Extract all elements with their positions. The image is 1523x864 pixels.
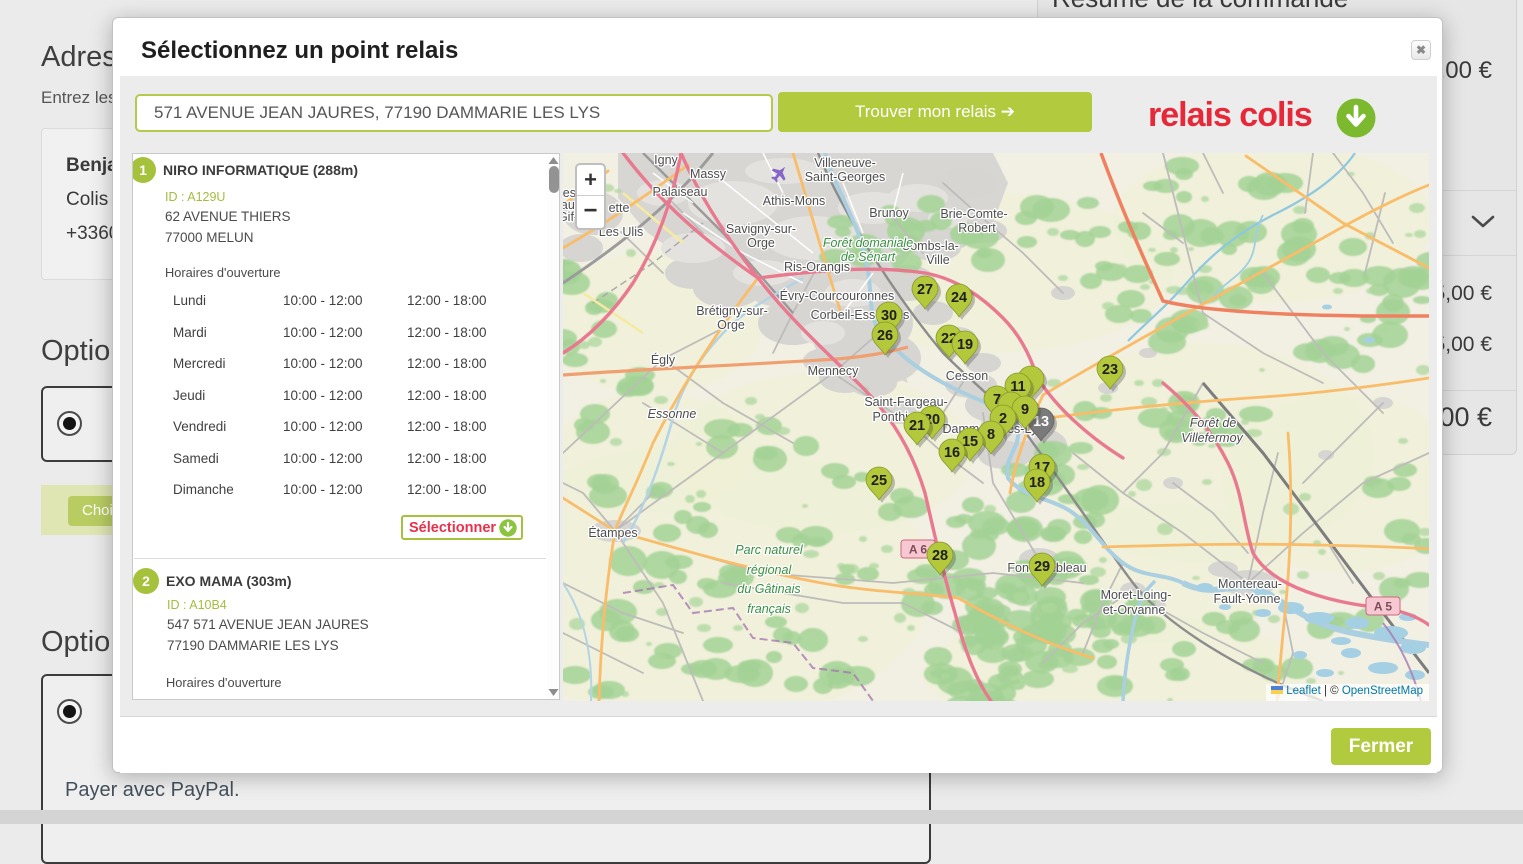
svg-text:Saint-Georges: Saint-Georges [805,170,886,184]
svg-text:Savigny-sur-: Savigny-sur- [726,222,796,236]
svg-text:Évry-Courcouronnes: Évry-Courcouronnes [780,288,895,303]
svg-text:du Gâtinais: du Gâtinais [737,582,800,596]
svg-text:8: 8 [987,427,995,443]
svg-text:français: français [747,602,791,616]
svg-text:Forêt de: Forêt de [1190,416,1237,430]
svg-text:28: 28 [932,548,948,564]
svg-text:16: 16 [944,445,960,461]
svg-text:régional: régional [747,563,793,577]
svg-text:et-Orvanne: et-Orvanne [1103,603,1166,617]
svg-text:27: 27 [917,282,933,298]
svg-text:Montereau-: Montereau- [1218,577,1282,591]
svg-text:Villefermoy: Villefermoy [1181,431,1243,445]
svg-text:Parc naturel: Parc naturel [735,543,804,557]
svg-text:18: 18 [1029,475,1045,491]
svg-text:A 6: A 6 [909,543,928,557]
svg-text:Égly: Égly [651,352,676,367]
svg-text:Robert: Robert [958,221,996,235]
svg-text:19: 19 [957,337,973,353]
svg-text:Villeneuve-: Villeneuve- [814,156,876,170]
svg-text:Étampes: Étampes [588,525,637,540]
svg-text:Mennecy: Mennecy [808,364,859,378]
svg-text:Moret-Loing-: Moret-Loing- [1101,588,1172,602]
svg-text:Orge: Orge [747,236,775,250]
svg-text:Fault-Yonne: Fault-Yonne [1214,592,1281,606]
svg-text:de Sénart: de Sénart [841,250,896,264]
svg-text:Ville: Ville [926,253,949,267]
svg-text:Cesson: Cesson [946,369,988,383]
svg-text:Brétigny-sur-: Brétigny-sur- [696,304,768,318]
svg-text:Forêt domaniale: Forêt domaniale [823,236,913,250]
svg-text:26: 26 [877,328,893,344]
svg-text:24: 24 [951,290,967,306]
svg-text:Igny: Igny [654,153,678,167]
svg-text:29: 29 [1034,559,1050,575]
svg-text:23: 23 [1102,362,1118,378]
svg-text:Athis-Mons: Athis-Mons [763,194,826,208]
svg-text:25: 25 [871,473,887,489]
svg-text:9: 9 [1021,402,1029,418]
svg-text:A 5: A 5 [1374,600,1393,614]
svg-text:30: 30 [881,308,897,324]
svg-text:Essonne: Essonne [648,407,697,421]
svg-text:ette: ette [609,201,630,215]
svg-text:Brie-Comte-: Brie-Comte- [940,207,1007,221]
svg-text:Palaiseau: Palaiseau [653,185,708,199]
svg-text:Brunoy: Brunoy [869,206,909,220]
svg-text:Orge: Orge [717,318,745,332]
svg-text:Massy: Massy [690,167,727,181]
svg-text:21: 21 [909,418,925,434]
